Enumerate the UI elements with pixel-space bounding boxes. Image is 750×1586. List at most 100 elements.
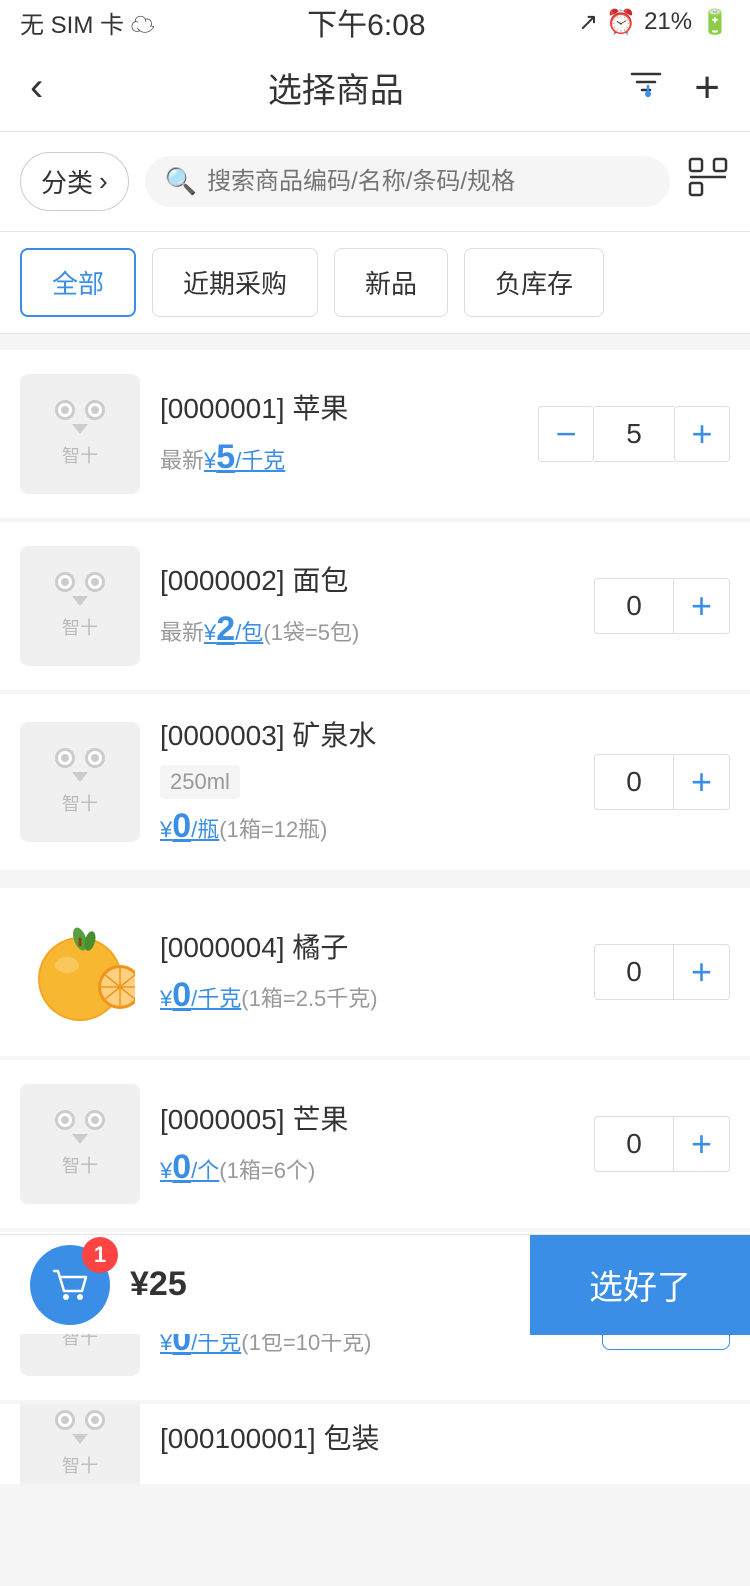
qty-minus-button[interactable]: −: [538, 406, 594, 462]
qty-input[interactable]: [594, 578, 674, 634]
tab-new[interactable]: 新品: [334, 248, 448, 317]
price-extra: (1箱=6个): [219, 1153, 315, 1185]
price-yen-icon: ¥: [160, 986, 172, 1012]
battery-icon: 🔋: [700, 8, 730, 37]
owl-eye-right: [85, 748, 105, 768]
location-icon: ↗: [578, 8, 598, 37]
qty-plus-button[interactable]: +: [674, 754, 730, 810]
price-extra: (1箱=12瓶): [219, 812, 327, 844]
qty-plus-button[interactable]: +: [674, 406, 730, 462]
product-info: [0000001] 苹果 最新 ¥ 5 /千克: [160, 391, 518, 476]
orange-svg: [25, 917, 135, 1027]
owl-text: 智十: [62, 614, 98, 640]
product-name: [000100001] 包装: [160, 1421, 730, 1457]
status-time: 下午6:08: [307, 0, 425, 44]
category-button[interactable]: 分类 ›: [20, 152, 129, 211]
price-label: 最新: [160, 615, 204, 647]
owl-eye-right: [85, 572, 105, 592]
price-yen-icon: ¥: [204, 448, 216, 474]
owl-eye-left: [55, 1110, 75, 1130]
product-thumbnail: 智十: [20, 374, 140, 494]
cart-total: ¥25: [130, 1265, 187, 1304]
cart-icon-wrap[interactable]: 1: [30, 1245, 110, 1325]
price-label: 最新: [160, 443, 204, 475]
qty-input[interactable]: [594, 1116, 674, 1172]
status-left: 无 SIM 卡 ☁: [20, 5, 155, 40]
product-price: 最新 ¥ 2 /包 (1袋=5包): [160, 610, 574, 649]
qty-input[interactable]: [594, 754, 674, 810]
category-label: 分类: [41, 163, 93, 200]
qty-input[interactable]: [594, 406, 674, 462]
owl-text: 智十: [62, 1452, 98, 1478]
alarm-icon: ⏰: [606, 8, 636, 37]
tab-negative[interactable]: 负库存: [464, 248, 604, 317]
list-item: [0000004] 橘子 ¥ 0 /千克 (1箱=2.5千克) +: [0, 888, 750, 1056]
confirm-button[interactable]: 选好了: [530, 1235, 750, 1335]
product-thumbnail: 智十: [20, 546, 140, 666]
owl-eye-left: [55, 1410, 75, 1430]
search-box: 🔍: [145, 156, 670, 207]
price-number: 0: [172, 807, 191, 846]
list-item: 智十 [0000002] 面包 最新 ¥ 2 /包 (1袋=5包) +: [0, 522, 750, 690]
filter-row: 分类 › 🔍: [0, 132, 750, 232]
owl-beak: [72, 424, 88, 434]
product-name: [0000002] 面包: [160, 563, 574, 599]
product-name: [0000005] 芒果: [160, 1102, 574, 1138]
price-number: 2: [216, 610, 235, 649]
product-spec: 250ml: [160, 765, 240, 799]
list-item: 智十 [0000005] 芒果 ¥ 0 /个 (1箱=6个) +: [0, 1060, 750, 1228]
bottom-spacer: [0, 1486, 750, 1586]
price-number: 5: [216, 438, 235, 477]
product-thumbnail: 智十: [20, 1404, 140, 1484]
qty-control: − +: [538, 406, 730, 462]
product-price: 最新 ¥ 5 /千克: [160, 438, 518, 477]
search-icon: 🔍: [165, 166, 197, 197]
owl-beak: [72, 596, 88, 606]
qty-plus-button[interactable]: +: [674, 578, 730, 634]
product-thumbnail: [20, 912, 140, 1032]
category-arrow-icon: ›: [99, 166, 108, 197]
owl-placeholder: 智十: [55, 1410, 105, 1478]
price-unit: /瓶: [191, 812, 219, 844]
price-yen-icon: ¥: [160, 1158, 172, 1184]
tab-recent[interactable]: 近期采购: [152, 248, 318, 317]
add-button[interactable]: +: [694, 63, 720, 113]
owl-placeholder: 智十: [55, 572, 105, 640]
scan-icon[interactable]: [686, 155, 730, 208]
price-unit: /千克: [191, 981, 241, 1013]
price-extra: (1箱=2.5千克): [241, 981, 377, 1013]
list-item: 智十 [0000003] 矿泉水 250ml ¥ 0 /瓶 (1箱=12瓶) +: [0, 694, 750, 870]
product-name: [0000001] 苹果: [160, 391, 518, 427]
qty-control: +: [594, 578, 730, 634]
owl-beak: [72, 772, 88, 782]
nav-right: +: [628, 63, 720, 113]
section-divider: [0, 872, 750, 888]
qty-input[interactable]: [594, 944, 674, 1000]
price-unit: /千克: [235, 443, 285, 475]
owl-eye-right: [85, 1110, 105, 1130]
back-button[interactable]: ‹: [30, 65, 43, 110]
qty-plus-button[interactable]: +: [674, 1116, 730, 1172]
cart-icon: [48, 1263, 92, 1307]
owl-placeholder: 智十: [55, 1110, 105, 1178]
qty-control: +: [594, 944, 730, 1000]
owl-placeholder: 智十: [55, 400, 105, 468]
owl-text: 智十: [62, 1152, 98, 1178]
cart-badge: 1: [82, 1237, 118, 1273]
nav-bar: ‹ 选择商品 +: [0, 44, 750, 132]
product-price: ¥ 0 /个 (1箱=6个): [160, 1148, 574, 1187]
price-number: 0: [172, 1148, 191, 1187]
qty-control: +: [594, 754, 730, 810]
bottom-bar: 1 ¥25 选好了: [0, 1234, 750, 1334]
owl-eye-left: [55, 572, 75, 592]
search-input[interactable]: [207, 168, 650, 196]
section-divider: [0, 334, 750, 350]
filter-icon[interactable]: [628, 66, 664, 110]
qty-plus-button[interactable]: +: [674, 944, 730, 1000]
product-name: [0000003] 矿泉水: [160, 718, 574, 754]
product-info: [0000003] 矿泉水 250ml ¥ 0 /瓶 (1箱=12瓶): [160, 718, 574, 846]
product-info: [0000004] 橘子 ¥ 0 /千克 (1箱=2.5千克): [160, 930, 574, 1015]
tab-all[interactable]: 全部: [20, 248, 136, 317]
list-item: 智十 [0000001] 苹果 最新 ¥ 5 /千克 − +: [0, 350, 750, 518]
price-extra: (1袋=5包): [263, 615, 359, 647]
